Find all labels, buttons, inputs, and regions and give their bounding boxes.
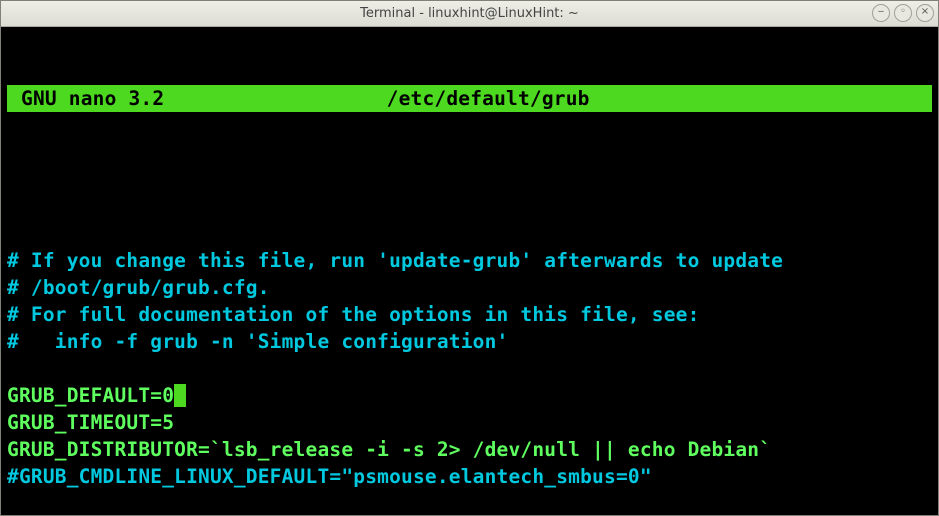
comment-line: # /boot/grub/grub.cfg. (7, 276, 270, 299)
nano-filename: /etc/default/grub (164, 85, 932, 112)
config-line: GRUB_TIMEOUT=5 (7, 411, 174, 434)
window-titlebar: Terminal - linuxhint@LinuxHint: ~ ‒ ◦ × (1, 1, 938, 27)
comment-line: #GRUB_CMDLINE_LINUX_DEFAULT="psmouse.ela… (7, 465, 652, 488)
cursor (174, 384, 186, 407)
window-title: Terminal - linuxhint@LinuxHint: ~ (360, 6, 579, 21)
minimize-button[interactable]: ‒ (872, 4, 890, 22)
blank-line (7, 357, 19, 380)
editor-content[interactable]: # If you change this file, run 'update-g… (7, 193, 932, 515)
nano-version: GNU nano 3.2 (7, 85, 164, 112)
window-controls: ‒ ◦ × (872, 4, 934, 22)
nano-header: GNU nano 3.2 /etc/default/grub (7, 85, 932, 112)
config-text: GRUB_DEFAULT=0 (7, 384, 174, 407)
config-line: GRUB_DEFAULT=0 (7, 384, 186, 407)
config-line: GRUB_DISTRIBUTOR=`lsb_release -i -s 2> /… (7, 438, 771, 461)
close-button[interactable]: × (916, 4, 934, 22)
maximize-button[interactable]: ◦ (894, 4, 912, 22)
comment-line: # For full documentation of the options … (7, 303, 700, 326)
terminal-viewport[interactable]: GNU nano 3.2 /etc/default/grub # If you … (1, 27, 938, 515)
terminal-window: Terminal - linuxhint@LinuxHint: ~ ‒ ◦ × … (0, 0, 939, 516)
comment-line: # info -f grub -n 'Simple configuration' (7, 330, 508, 353)
blank-line (7, 492, 19, 515)
blank-line (7, 222, 19, 245)
comment-line: # If you change this file, run 'update-g… (7, 249, 783, 272)
